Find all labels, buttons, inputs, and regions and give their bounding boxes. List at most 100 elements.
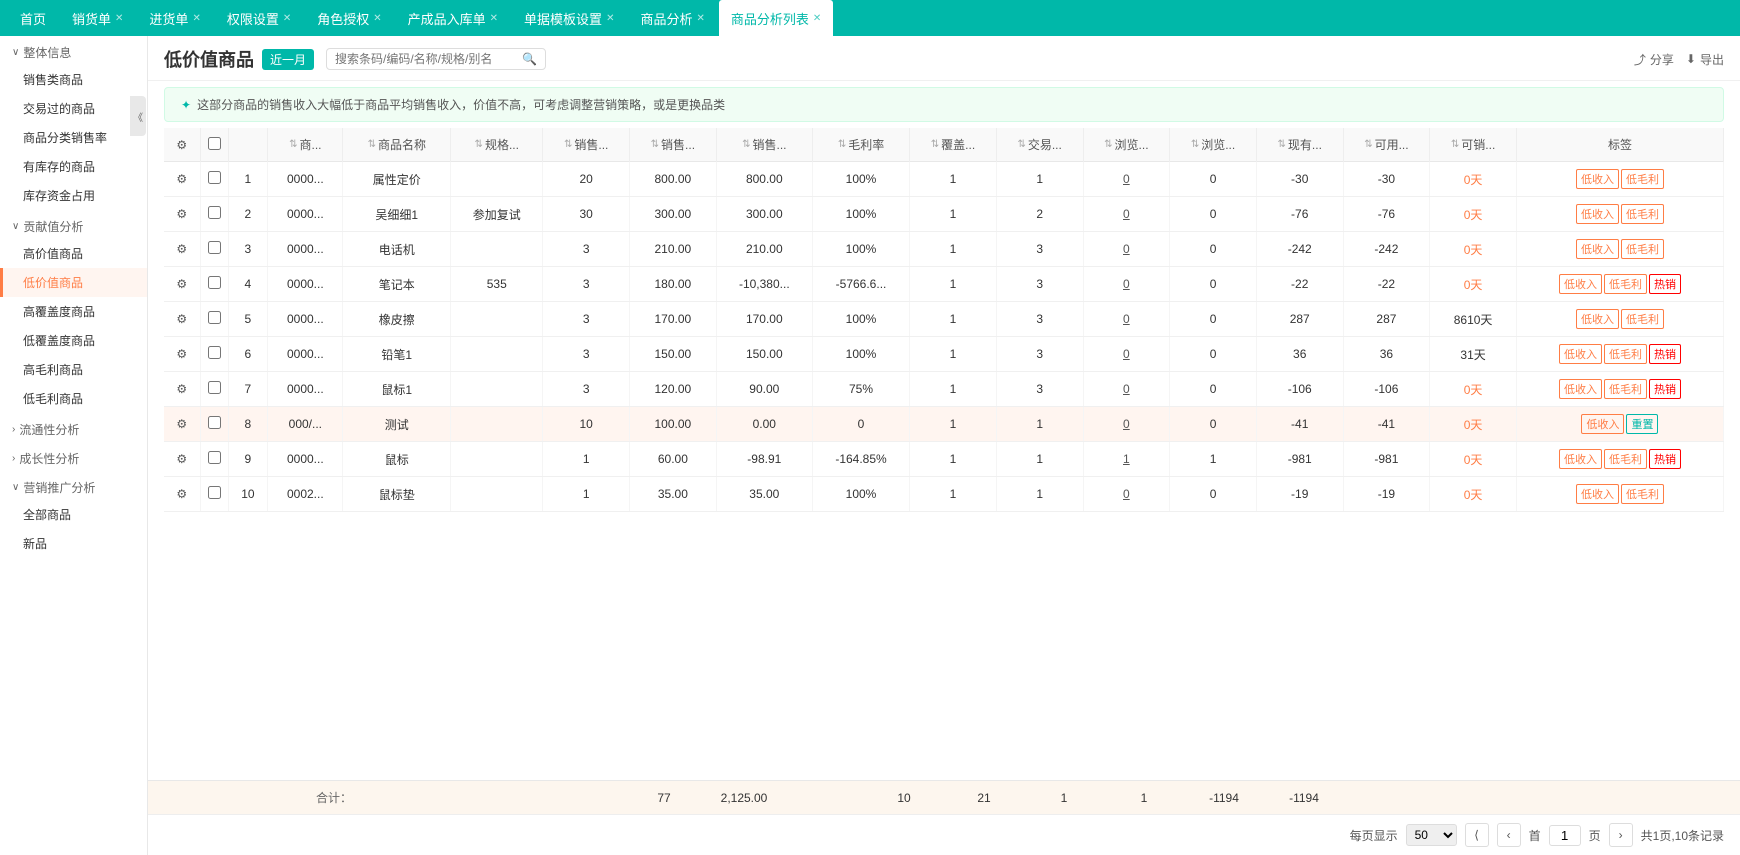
browse1-link[interactable]: 0 (1123, 487, 1130, 501)
row-checkbox[interactable] (208, 451, 221, 464)
settings-cell[interactable]: ⚙ (164, 232, 200, 267)
row-checkbox[interactable] (208, 171, 221, 184)
sidebar-item-category-sales-rate[interactable]: 商品分类销售率 (0, 123, 147, 152)
col-sale1[interactable]: ⇅ 销售... (543, 128, 630, 162)
sidebar-item-low-value[interactable]: 低价值商品 (0, 268, 147, 297)
browse1-link[interactable]: 1 (1123, 452, 1130, 466)
share-button[interactable]: ⤴ 分享 (1634, 51, 1674, 68)
nav-home[interactable]: 首页 (8, 0, 58, 36)
col-gross-rate[interactable]: ⇅ 毛利率 (812, 128, 909, 162)
browse1-link[interactable]: 0 (1123, 417, 1130, 431)
sidebar-item-stock-capital[interactable]: 库存资金占用 (0, 181, 147, 210)
row-checkbox-cell[interactable] (200, 337, 228, 372)
nav-role-auth[interactable]: 角色授权 ✕ (305, 0, 393, 36)
settings-cell[interactable]: ⚙ (164, 407, 200, 442)
settings-cell[interactable]: ⚙ (164, 372, 200, 407)
col-sellable[interactable]: ⇅ 可销... (1430, 128, 1517, 162)
col-sale3[interactable]: ⇅ 销售... (716, 128, 812, 162)
row-browse1[interactable]: 0 (1083, 407, 1170, 442)
row-checkbox-cell[interactable] (200, 442, 228, 477)
next-page-button[interactable]: › (1609, 823, 1633, 847)
row-checkbox-cell[interactable] (200, 232, 228, 267)
nav-product-analysis[interactable]: 商品分析 ✕ (628, 0, 716, 36)
sidebar-collapse-button[interactable]: 《 (130, 96, 146, 136)
sidebar-group-marketing[interactable]: ∨ 营销推广分析 (0, 471, 147, 500)
row-checkbox-cell[interactable] (200, 477, 228, 512)
filter-tag-recent-month[interactable]: 近一月 (262, 49, 314, 70)
nav-purchase-order[interactable]: 进货单 ✕ (137, 0, 212, 36)
nav-product-analysis-list[interactable]: 商品分析列表 ✕ (719, 0, 833, 36)
col-trade[interactable]: ⇅ 交易... (996, 128, 1083, 162)
prev-page-button[interactable]: ‹ (1497, 823, 1521, 847)
browse1-link[interactable]: 0 (1123, 242, 1130, 256)
search-icon[interactable]: 🔍 (522, 52, 537, 66)
col-name[interactable]: ⇅ 商品名称 (343, 128, 451, 162)
sidebar-item-all-products[interactable]: 全部商品 (0, 500, 147, 529)
settings-cell[interactable]: ⚙ (164, 337, 200, 372)
row-checkbox[interactable] (208, 486, 221, 499)
row-browse1[interactable]: 0 (1083, 302, 1170, 337)
col-settings[interactable]: ⚙ (164, 128, 200, 162)
row-checkbox[interactable] (208, 311, 221, 324)
nav-product-warehouse[interactable]: 产成品入库单 ✕ (396, 0, 510, 36)
row-browse1[interactable]: 0 (1083, 232, 1170, 267)
row-checkbox-cell[interactable] (200, 302, 228, 337)
sidebar-item-low-margin[interactable]: 低毛利商品 (0, 384, 147, 413)
browse1-link[interactable]: 0 (1123, 347, 1130, 361)
browse1-link[interactable]: 0 (1123, 207, 1130, 221)
sidebar-group-contribution[interactable]: ∨ 贡献值分析 (0, 210, 147, 239)
row-checkbox-cell[interactable] (200, 267, 228, 302)
row-browse1[interactable]: 0 (1083, 337, 1170, 372)
row-browse1[interactable]: 0 (1083, 477, 1170, 512)
col-code[interactable]: ⇅ 商... (268, 128, 343, 162)
sidebar-item-low-coverage[interactable]: 低覆盖度商品 (0, 326, 147, 355)
row-checkbox[interactable] (208, 241, 221, 254)
row-browse1[interactable]: 0 (1083, 267, 1170, 302)
sidebar-item-high-coverage[interactable]: 高覆盖度商品 (0, 297, 147, 326)
close-icon[interactable]: ✕ (490, 13, 498, 24)
row-checkbox[interactable] (208, 206, 221, 219)
nav-permission[interactable]: 权限设置 ✕ (215, 0, 303, 36)
row-checkbox[interactable] (208, 276, 221, 289)
page-number-input[interactable] (1549, 825, 1581, 846)
nav-sales-order[interactable]: 销货单 ✕ (60, 0, 135, 36)
row-browse1[interactable]: 0 (1083, 197, 1170, 232)
row-browse1[interactable]: 0 (1083, 372, 1170, 407)
sidebar-item-in-stock-products[interactable]: 有库存的商品 (0, 152, 147, 181)
col-available[interactable]: ⇅ 可用... (1343, 128, 1430, 162)
settings-cell[interactable]: ⚙ (164, 197, 200, 232)
row-browse1[interactable]: 1 (1083, 442, 1170, 477)
sidebar-item-high-margin[interactable]: 高毛利商品 (0, 355, 147, 384)
settings-cell[interactable]: ⚙ (164, 477, 200, 512)
close-icon[interactable]: ✕ (696, 13, 704, 24)
settings-cell[interactable]: ⚙ (164, 442, 200, 477)
col-browse1[interactable]: ⇅ 浏览... (1083, 128, 1170, 162)
row-checkbox[interactable] (208, 346, 221, 359)
sidebar-group-overall[interactable]: ∨ 整体信息 (0, 36, 147, 65)
nav-template-settings[interactable]: 单据模板设置 ✕ (512, 0, 626, 36)
row-checkbox-cell[interactable] (200, 162, 228, 197)
col-spec[interactable]: ⇅ 规格... (451, 128, 543, 162)
row-checkbox[interactable] (208, 416, 221, 429)
close-icon[interactable]: ✕ (115, 13, 123, 24)
col-sale2[interactable]: ⇅ 销售... (630, 128, 717, 162)
export-button[interactable]: ⬇ 导出 (1686, 51, 1724, 68)
page-size-select[interactable]: 50 100 200 (1406, 824, 1457, 846)
settings-cell[interactable]: ⚙ (164, 162, 200, 197)
close-icon[interactable]: ✕ (283, 13, 291, 24)
row-checkbox[interactable] (208, 381, 221, 394)
col-checkbox[interactable] (200, 128, 228, 162)
first-page-button[interactable]: ⟨ (1465, 823, 1489, 847)
col-current[interactable]: ⇅ 现有... (1256, 128, 1343, 162)
sidebar-group-growth[interactable]: › 成长性分析 (0, 442, 147, 471)
close-icon[interactable]: ✕ (606, 13, 614, 24)
row-browse1[interactable]: 0 (1083, 162, 1170, 197)
sidebar-item-traded-products[interactable]: 交易过的商品 (0, 94, 147, 123)
close-icon[interactable]: ✕ (192, 13, 200, 24)
sidebar-item-high-value[interactable]: 高价值商品 (0, 239, 147, 268)
row-checkbox-cell[interactable] (200, 407, 228, 442)
settings-cell[interactable]: ⚙ (164, 302, 200, 337)
search-input[interactable] (335, 52, 518, 66)
row-checkbox-cell[interactable] (200, 197, 228, 232)
browse1-link[interactable]: 0 (1123, 382, 1130, 396)
